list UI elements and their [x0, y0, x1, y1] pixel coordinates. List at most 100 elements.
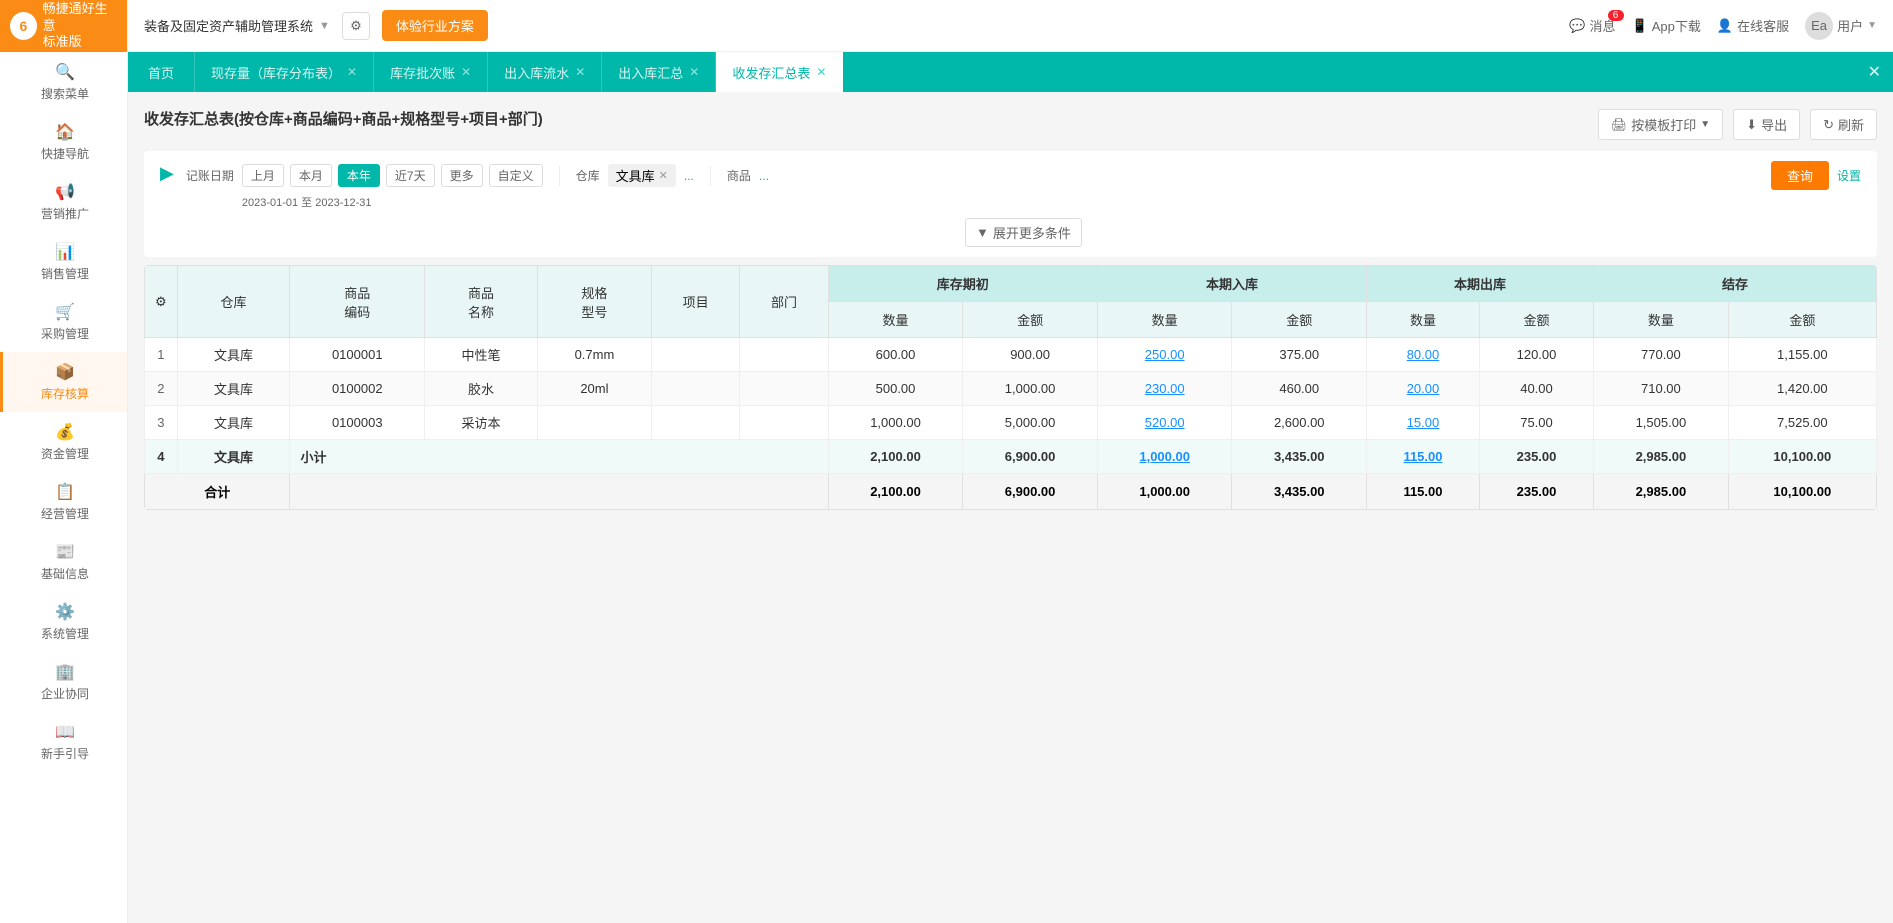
cell-bal-amt: 1,155.00 — [1728, 338, 1876, 372]
cell-goods-name: 中性笔 — [425, 338, 538, 372]
message-icon: 💬 — [1569, 18, 1585, 34]
date-btn-more[interactable]: 更多 — [441, 164, 483, 187]
tab-close-icon[interactable]: ✕ — [689, 65, 699, 79]
query-button[interactable]: 查询 — [1771, 161, 1829, 190]
cell-dept — [740, 338, 828, 372]
cell-open-qty: 600.00 — [828, 338, 963, 372]
expand-more-filters-button[interactable]: ▼ 展开更多条件 — [965, 218, 1082, 247]
service-icon: 👤 — [1717, 18, 1733, 34]
date-btn-custom[interactable]: 自定义 — [489, 164, 543, 187]
sidebar-item-purchase[interactable]: 🛒 采购管理 — [0, 292, 127, 352]
user-action[interactable]: Ea 用户 ▼ — [1805, 12, 1877, 40]
date-btn-this-year[interactable]: 本年 — [338, 164, 380, 187]
tab-close-icon[interactable]: ✕ — [816, 65, 826, 79]
close-all-tabs-button[interactable]: ✕ — [1856, 62, 1893, 82]
cell-project — [652, 338, 740, 372]
sidebar-item-enterprise[interactable]: 🏢 企业协同 — [0, 652, 127, 712]
topbar-actions: 💬 消息 6 📱 App下载 👤 在线客服 Ea 用户 ▼ — [1569, 12, 1877, 40]
export-icon: ⬇ — [1746, 117, 1757, 133]
footer-bal-qty: 2,985.00 — [1594, 474, 1729, 510]
footer-label: 合计 — [145, 474, 290, 510]
sidebar-item-guide[interactable]: 📖 新手引导 — [0, 712, 127, 772]
sidebar-item-label: 销售管理 — [41, 265, 89, 282]
date-filter-label: 记账日期 — [186, 167, 234, 184]
cell-project — [652, 372, 740, 406]
sidebar-item-operations[interactable]: 📋 经营管理 — [0, 472, 127, 532]
tab-label: 出入库流水 — [504, 63, 569, 82]
col-in-group: 本期入库 — [1097, 266, 1366, 302]
tab-close-icon[interactable]: ✕ — [461, 65, 471, 79]
sidebar-item-label: 企业协同 — [41, 685, 89, 702]
col-settings[interactable]: ⚙ — [145, 266, 178, 338]
settings-button[interactable]: ⚙ — [342, 12, 370, 40]
warehouse-tag-close[interactable]: ✕ — [659, 169, 668, 182]
sidebar-item-system[interactable]: ⚙️ 系统管理 — [0, 592, 127, 652]
print-template-button[interactable]: 🖨 按模板打印 ▼ — [1598, 109, 1723, 140]
sidebar-item-quick-nav[interactable]: 🏠 快捷导航 — [0, 112, 127, 172]
cell-in-qty[interactable]: 250.00 — [1097, 338, 1232, 372]
settings-link[interactable]: 设置 — [1837, 167, 1861, 184]
cell-dept — [740, 372, 828, 406]
print-dropdown-icon: ▼ — [1700, 119, 1710, 130]
col-in-amt: 金额 — [1232, 302, 1367, 338]
tab-label: 库存批次账 — [390, 63, 455, 82]
logo-icon: 6 — [10, 12, 37, 40]
sidebar-item-sales[interactable]: 📊 销售管理 — [0, 232, 127, 292]
sidebar-item-inventory[interactable]: 📦 库存核算 — [0, 352, 127, 412]
divider2 — [710, 166, 711, 186]
online-service-action[interactable]: 👤 在线客服 — [1717, 16, 1789, 35]
tab-close-icon[interactable]: ✕ — [347, 65, 357, 79]
tab-batch-ledger[interactable]: 库存批次账 ✕ — [374, 52, 488, 92]
cell-goods-code: 0100001 — [290, 338, 425, 372]
avatar: Ea — [1805, 12, 1833, 40]
footer-bal-amt: 10,100.00 — [1728, 474, 1876, 510]
cell-in-qty[interactable]: 230.00 — [1097, 372, 1232, 406]
footer-in-qty: 1,000.00 — [1097, 474, 1232, 510]
sidebar-item-search[interactable]: 🔍 搜索菜单 — [0, 52, 127, 112]
subtotal-out-qty[interactable]: 115.00 — [1367, 440, 1480, 474]
cell-warehouse: 文具库 — [177, 406, 290, 440]
tab-flow[interactable]: 出入库流水 ✕ — [488, 52, 602, 92]
cell-in-qty[interactable]: 520.00 — [1097, 406, 1232, 440]
subtotal-in-qty[interactable]: 1,000.00 — [1097, 440, 1232, 474]
cell-bal-qty: 710.00 — [1594, 372, 1729, 406]
cell-out-qty[interactable]: 15.00 — [1367, 406, 1480, 440]
warehouse-filter-label: 仓库 — [576, 167, 600, 184]
system-title-area: 装备及固定资产辅助管理系统 ▼ — [144, 16, 330, 35]
message-action[interactable]: 💬 消息 6 — [1569, 16, 1615, 35]
subtotal-bal-amt: 10,100.00 — [1728, 440, 1876, 474]
download-icon: 📱 — [1632, 18, 1648, 34]
cell-goods-code: 0100002 — [290, 372, 425, 406]
warehouse-more-dots[interactable]: ... — [684, 169, 694, 183]
sidebar-item-marketing[interactable]: 📢 营销推广 — [0, 172, 127, 232]
date-btn-this-month[interactable]: 本月 — [290, 164, 332, 187]
col-bal-qty: 数量 — [1594, 302, 1729, 338]
export-button[interactable]: ⬇ 导出 — [1733, 109, 1800, 140]
cell-warehouse: 文具库 — [177, 338, 290, 372]
refresh-button[interactable]: ↻ 刷新 — [1810, 109, 1877, 140]
sidebar-logo: 6 畅捷通好生意 标准版 — [0, 0, 127, 52]
sidebar-item-basic-info[interactable]: 📰 基础信息 — [0, 532, 127, 592]
tab-inventory-dist[interactable]: 现存量（库存分布表） ✕ — [195, 52, 374, 92]
refresh-icon: ↻ — [1823, 117, 1834, 133]
col-project: 项目 — [652, 266, 740, 338]
sidebar-item-label: 搜索菜单 — [41, 85, 89, 102]
goods-more-dots[interactable]: ... — [759, 169, 769, 183]
cell-out-qty[interactable]: 80.00 — [1367, 338, 1480, 372]
col-out-group: 本期出库 — [1367, 266, 1594, 302]
enterprise-icon: 🏢 — [55, 662, 75, 682]
tab-close-icon[interactable]: ✕ — [575, 65, 585, 79]
try-industry-button[interactable]: 体验行业方案 — [382, 10, 488, 41]
sales-icon: 📊 — [55, 242, 75, 262]
date-btn-last-month[interactable]: 上月 — [242, 164, 284, 187]
cell-out-qty[interactable]: 20.00 — [1367, 372, 1480, 406]
tab-home[interactable]: 首页 — [128, 52, 195, 92]
filter-arrow-icon[interactable]: ▶ — [160, 163, 174, 184]
sidebar-item-label: 快捷导航 — [41, 145, 89, 162]
tab-receive-summary[interactable]: 收发存汇总表 ✕ — [716, 52, 843, 92]
tab-summary[interactable]: 出入库汇总 ✕ — [602, 52, 716, 92]
sidebar-item-finance[interactable]: 💰 资金管理 — [0, 412, 127, 472]
date-btn-7days[interactable]: 近7天 — [386, 164, 435, 187]
app-download-action[interactable]: 📱 App下载 — [1632, 16, 1701, 35]
col-out-amt: 金额 — [1479, 302, 1593, 338]
